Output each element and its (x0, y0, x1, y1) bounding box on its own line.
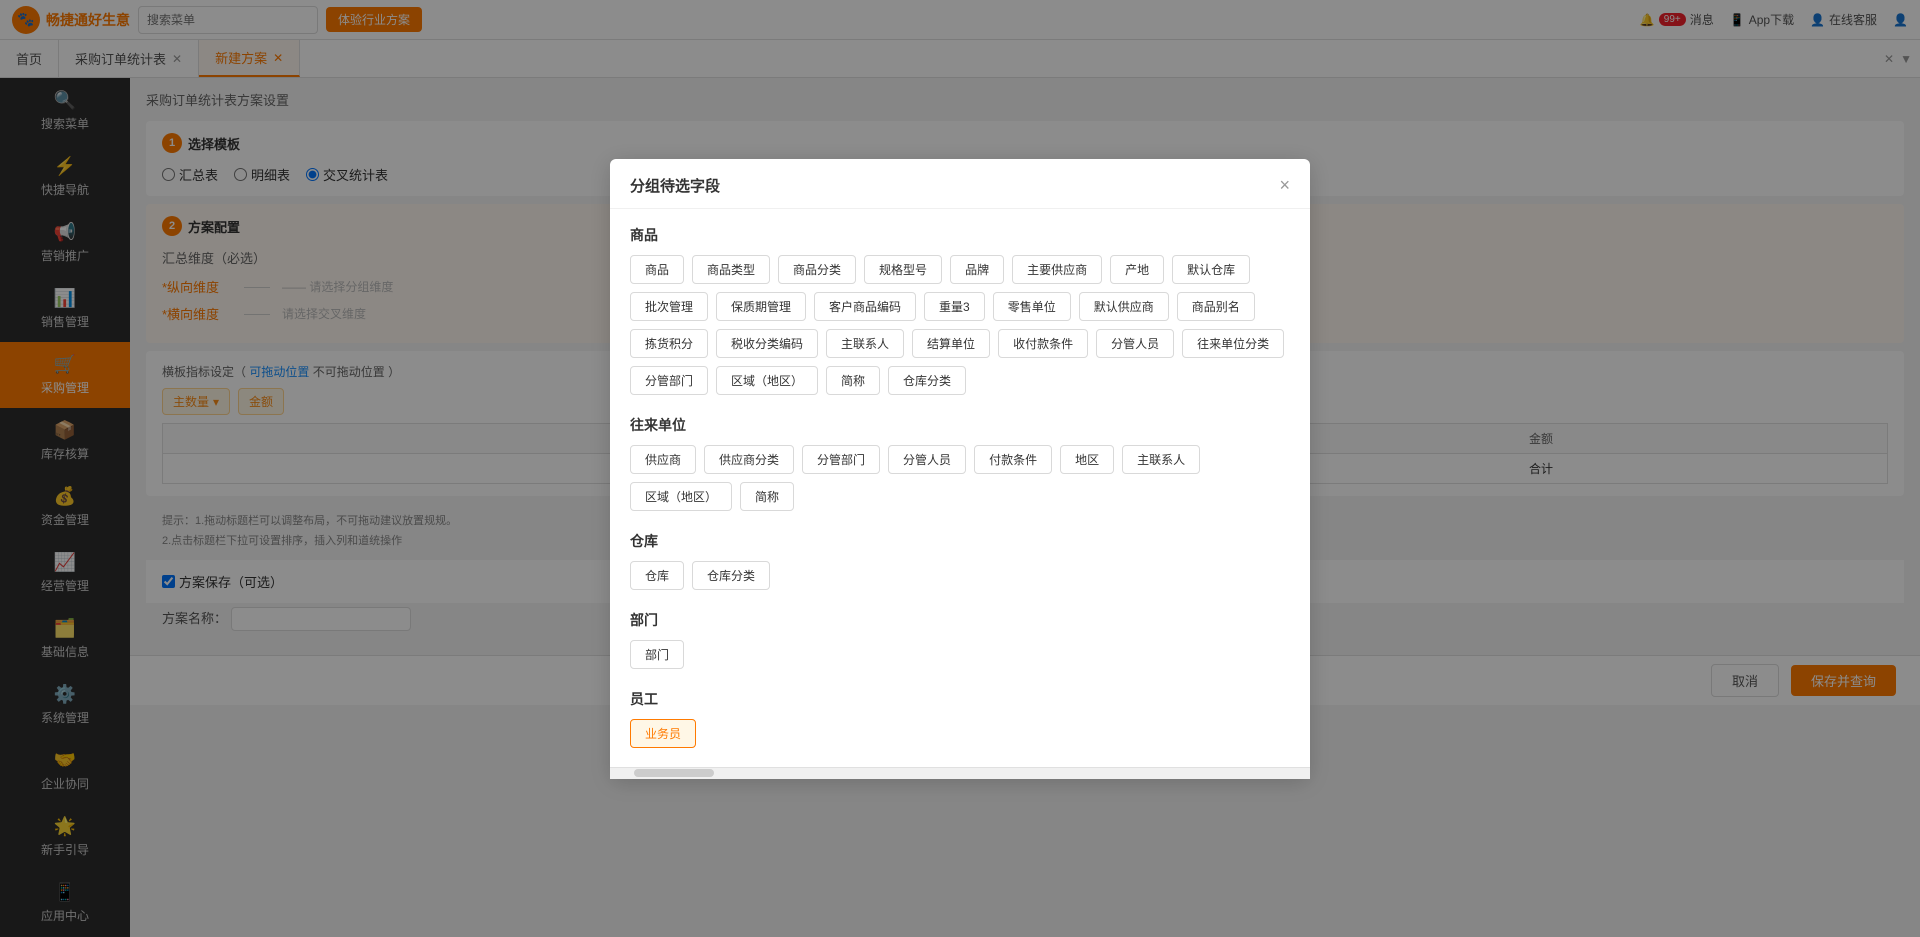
field-chip-warehouse[interactable]: 仓库 (630, 561, 684, 590)
modal-hscroll[interactable] (610, 767, 1310, 779)
field-grid-employee: 业务员 (630, 719, 1290, 748)
field-chip-product-category[interactable]: 商品分类 (778, 255, 856, 284)
hscroll-thumb (634, 769, 714, 777)
field-chip-supplier-category[interactable]: 供应商分类 (704, 445, 794, 474)
field-chip-batch[interactable]: 批次管理 (630, 292, 708, 321)
field-chip-origin[interactable]: 产地 (1110, 255, 1164, 284)
field-chip-tax-code[interactable]: 税收分类编码 (716, 329, 818, 358)
field-chip-spec[interactable]: 规格型号 (864, 255, 942, 284)
field-chip-product[interactable]: 商品 (630, 255, 684, 284)
field-grid-warehouse: 仓库 仓库分类 (630, 561, 1290, 590)
field-section-product: 商品 商品 商品类型 商品分类 规格型号 品牌 主要供应商 产地 默认仓库 批次… (630, 225, 1290, 395)
field-chip-dept[interactable]: 分管部门 (630, 366, 708, 395)
field-section-employee-title: 员工 (630, 689, 1290, 709)
field-chip-retail-unit[interactable]: 零售单位 (993, 292, 1071, 321)
field-chip-weight[interactable]: 重量3 (924, 292, 985, 321)
field-chip-salesperson[interactable]: 业务员 (630, 719, 696, 748)
field-section-warehouse: 仓库 仓库 仓库分类 (630, 531, 1290, 590)
field-chip-settlement-unit[interactable]: 结算单位 (912, 329, 990, 358)
field-section-department-title: 部门 (630, 610, 1290, 630)
field-chip-supplier[interactable]: 供应商 (630, 445, 696, 474)
field-section-partner-title: 往来单位 (630, 415, 1290, 435)
field-chip-area[interactable]: 地区 (1060, 445, 1114, 474)
field-chip-partner-category[interactable]: 往来单位分类 (1182, 329, 1284, 358)
field-chip-partner-supervisor[interactable]: 分管人员 (888, 445, 966, 474)
field-grid-department: 部门 (630, 640, 1290, 669)
field-chip-payment-condition[interactable]: 付款条件 (974, 445, 1052, 474)
field-grid-product: 商品 商品类型 商品分类 规格型号 品牌 主要供应商 产地 默认仓库 批次管理 … (630, 255, 1290, 395)
field-chip-payment-terms[interactable]: 收付款条件 (998, 329, 1088, 358)
field-chip-default-supplier[interactable]: 默认供应商 (1079, 292, 1169, 321)
field-section-partner: 往来单位 供应商 供应商分类 分管部门 分管人员 付款条件 地区 主联系人 区域… (630, 415, 1290, 511)
field-chip-short-name[interactable]: 简称 (826, 366, 880, 395)
field-chip-alias[interactable]: 商品别名 (1177, 292, 1255, 321)
modal-title: 分组待选字段 (630, 175, 720, 196)
field-chip-brand[interactable]: 品牌 (950, 255, 1004, 284)
modal-header: 分组待选字段 × (610, 159, 1310, 209)
field-chip-warehouse-cat[interactable]: 仓库分类 (692, 561, 770, 590)
field-chip-customer-code[interactable]: 客户商品编码 (814, 292, 916, 321)
field-chip-main-supplier[interactable]: 主要供应商 (1012, 255, 1102, 284)
field-chip-product-type[interactable]: 商品类型 (692, 255, 770, 284)
modal-overlay[interactable]: 分组待选字段 × 商品 商品 商品类型 商品分类 规格型号 品牌 主要供应商 产… (0, 0, 1920, 937)
modal-close-button[interactable]: × (1279, 175, 1290, 196)
modal-dialog: 分组待选字段 × 商品 商品 商品类型 商品分类 规格型号 品牌 主要供应商 产… (610, 159, 1310, 779)
field-chip-partner-dept[interactable]: 分管部门 (802, 445, 880, 474)
field-section-warehouse-title: 仓库 (630, 531, 1290, 551)
field-chip-partner-short-name[interactable]: 简称 (740, 482, 794, 511)
field-grid-partner: 供应商 供应商分类 分管部门 分管人员 付款条件 地区 主联系人 区域（地区） … (630, 445, 1290, 511)
field-chip-warehouse-category[interactable]: 仓库分类 (888, 366, 966, 395)
field-chip-supervisor[interactable]: 分管人员 (1096, 329, 1174, 358)
field-section-department: 部门 部门 (630, 610, 1290, 669)
modal-body[interactable]: 商品 商品 商品类型 商品分类 规格型号 品牌 主要供应商 产地 默认仓库 批次… (610, 209, 1310, 767)
field-chip-main-contact[interactable]: 主联系人 (826, 329, 904, 358)
field-chip-department[interactable]: 部门 (630, 640, 684, 669)
field-chip-region[interactable]: 区域（地区） (716, 366, 818, 395)
field-chip-default-warehouse[interactable]: 默认仓库 (1172, 255, 1250, 284)
field-section-employee: 员工 业务员 (630, 689, 1290, 748)
field-chip-quality[interactable]: 保质期管理 (716, 292, 806, 321)
field-chip-partner-main-contact[interactable]: 主联系人 (1122, 445, 1200, 474)
field-chip-partner-region[interactable]: 区域（地区） (630, 482, 732, 511)
field-section-product-title: 商品 (630, 225, 1290, 245)
field-chip-pick-score[interactable]: 拣货积分 (630, 329, 708, 358)
